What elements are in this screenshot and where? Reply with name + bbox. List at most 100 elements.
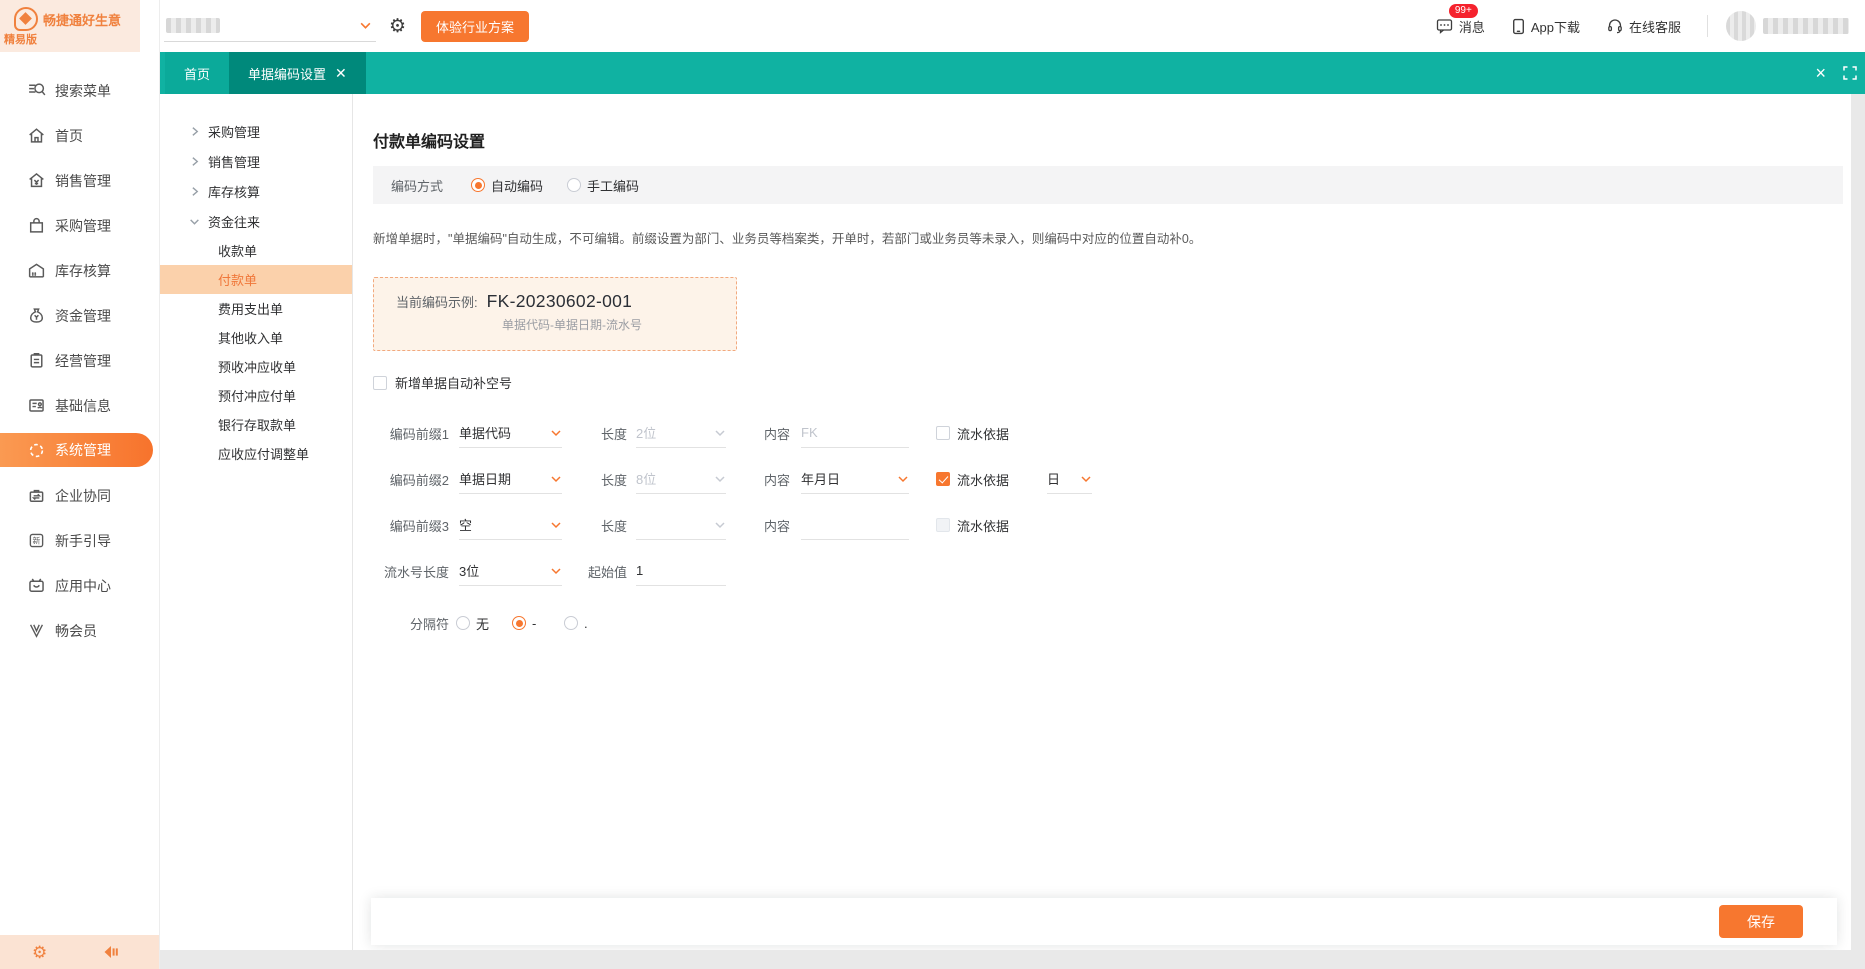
page-title: 付款单编码设置 [373,134,486,151]
sidebar-item-base-info[interactable]: 基础信息 [0,383,159,428]
prefix2-serial-unit-select[interactable]: 日 [1047,464,1092,494]
chevron-down-icon [714,473,726,485]
brand-logo: 畅捷通好生意 精易版 [0,0,140,52]
chevron-down-icon[interactable] [359,19,372,32]
sidebar-item-operations[interactable]: 经营管理 [0,338,159,383]
sidebar-footer: ⚙ [0,935,159,969]
tree-item-other-income[interactable]: 其他收入单 [160,323,352,352]
prefix2-label: 编码前缀2 [389,472,449,488]
settings-form: 付款单编码设置 编码方式 自动编码 手工编码 新增单据时，"单据编码"自动生成，… [353,94,1851,950]
tree-item-payment[interactable]: 付款单 [160,265,352,294]
chevron-down-icon [189,216,200,227]
sidebar-item-collaboration[interactable]: 企业协同 [0,473,159,518]
checkbox-unchecked-icon [373,375,387,390]
app-window: 畅捷通好生意 精易版 搜索菜单 首页 销售管理 采购管理 库存核算 资金管理 经… [0,0,1865,969]
prefix-row-2: 编码前缀2 单据日期 长度 8位 内容 年月日 流水依据 日 [373,464,1843,494]
tab-label: 单据编码设置 [248,66,327,82]
length-label: 长度 [600,426,627,442]
chevron-down-icon [714,427,726,439]
prefix3-type-select[interactable]: 空 [459,510,562,540]
member-v-icon [26,621,46,641]
tree-section-funds[interactable]: 资金往来 [160,206,352,236]
close-all-tabs-icon[interactable]: × [1815,64,1826,82]
user-avatar[interactable] [1726,11,1756,41]
tree-section-sales[interactable]: 销售管理 [160,146,352,176]
example-code-value: FK-20230602-001 [486,291,633,311]
radio-manual-coding[interactable]: 手工编码 [567,176,639,195]
sidebar-item-funds[interactable]: 资金管理 [0,293,159,338]
phone-icon [1512,18,1525,35]
sidebar-item-member[interactable]: 畅会员 [0,608,159,653]
prefix-form: 编码前缀1 单据代码 长度 2位 内容 FK 流水依据 编码前缀2 单据日期 长… [373,418,1843,638]
sidebar-settings-gear-icon[interactable]: ⚙ [32,944,47,961]
start-value-input[interactable]: 1 [636,556,726,586]
separator-option-dot[interactable]: . [564,608,588,638]
main-column: ⚙ 体验行业方案 99+ 消息 App下载 在线客服 首页 单据编码设置 ✕ ×… [160,0,1865,969]
serial-length-select[interactable]: 3位 [459,556,562,586]
prefix1-length-select[interactable]: 2位 [636,418,726,448]
settings-main-panel: 付款单编码设置 编码方式 自动编码 手工编码 新增单据时，"单据编码"自动生成，… [353,94,1851,950]
fullscreen-icon[interactable] [1843,66,1857,80]
tree-item-receipt[interactable]: 收款单 [160,236,352,265]
length-label: 长度 [600,518,627,534]
tree-section-inventory[interactable]: 库存核算 [160,176,352,206]
briefcase-icon [26,486,46,506]
chevron-down-icon [897,473,909,485]
prefix-row-1: 编码前缀1 单据代码 长度 2位 内容 FK 流水依据 [373,418,1843,448]
sidebar-item-inventory[interactable]: 库存核算 [0,248,159,293]
tab-doc-coding-settings[interactable]: 单据编码设置 ✕ [229,52,366,94]
tree-item-prereceipt-offset[interactable]: 预收冲应收单 [160,352,352,381]
sidebar-item-guide[interactable]: 新 新手引导 [0,518,159,563]
user-name-redacted [1763,18,1849,34]
prefix3-content-input[interactable] [801,510,909,540]
message-bubble-icon [1436,18,1453,34]
sidebar-item-system[interactable]: 系统管理 [0,433,153,467]
sidebar-item-app-center[interactable]: 应用中心 [0,563,159,608]
sidebar: 畅捷通好生意 精易版 搜索菜单 首页 销售管理 采购管理 库存核算 资金管理 经… [0,0,160,969]
prefix2-length-select[interactable]: 8位 [636,464,726,494]
radio-auto-coding[interactable]: 自动编码 [471,176,543,195]
prefix3-serial-checkbox[interactable]: 流水依据 [936,510,1009,540]
save-button[interactable]: 保存 [1719,905,1803,938]
sidebar-item-search-menu[interactable]: 搜索菜单 [0,68,159,113]
sidebar-menu: 搜索菜单 首页 销售管理 采购管理 库存核算 资金管理 经营管理 基础信息 系统… [0,52,159,935]
separator-row: 分隔符 无 - . [373,608,1843,638]
chevron-down-icon [1080,473,1092,485]
close-tab-icon[interactable]: ✕ [335,66,347,80]
sidebar-item-purchase[interactable]: 采购管理 [0,203,159,248]
tree-item-expense[interactable]: 费用支出单 [160,294,352,323]
separator-option-dash[interactable]: - [512,608,536,638]
prefix2-content-select[interactable]: 年月日 [801,464,909,494]
radio-unselected-icon [456,616,470,630]
svg-text:新: 新 [32,535,40,545]
prefix1-type-select[interactable]: 单据代码 [459,418,562,448]
auto-fill-gap-checkbox[interactable]: 新增单据自动补空号 [373,373,512,392]
online-service-button[interactable]: 在线客服 [1607,17,1681,36]
messages-button[interactable]: 99+ 消息 [1436,3,1485,36]
tab-home[interactable]: 首页 [165,52,230,94]
prefix1-serial-checkbox[interactable]: 流水依据 [936,418,1009,448]
sidebar-item-home[interactable]: 首页 [0,113,159,158]
checkbox-disabled-icon [936,518,950,532]
settings-gear-icon[interactable]: ⚙ [389,17,406,36]
top-bar: ⚙ 体验行业方案 99+ 消息 App下载 在线客服 [160,0,1865,52]
app-download-button[interactable]: App下载 [1512,17,1580,36]
sidebar-item-sales[interactable]: 销售管理 [0,158,159,203]
prefix2-type-select[interactable]: 单据日期 [459,464,562,494]
tree-item-prepay-offset[interactable]: 预付冲应付单 [160,381,352,410]
collapse-sidebar-icon[interactable] [103,945,119,959]
trial-plan-button[interactable]: 体验行业方案 [421,10,530,42]
system-circle-icon [26,440,46,460]
tree-item-bank-deposit[interactable]: 银行存取款单 [160,410,352,439]
prefix1-content-input[interactable]: FK [801,418,909,448]
save-bar: 保存 [371,898,1837,945]
separator-option-none[interactable]: 无 [456,608,489,638]
prefix-row-3: 编码前缀3 空 长度 内容 流水依据 [373,510,1843,540]
global-search-input[interactable] [164,10,376,42]
tree-section-purchase[interactable]: 采购管理 [160,116,352,146]
prefix2-serial-checkbox[interactable]: 流水依据 [936,464,1009,494]
prefix3-length-select[interactable] [636,510,726,540]
radio-unselected-icon [567,178,582,192]
sales-icon [26,171,46,191]
tree-item-ar-ap-adjust[interactable]: 应收应付调整单 [160,439,352,468]
